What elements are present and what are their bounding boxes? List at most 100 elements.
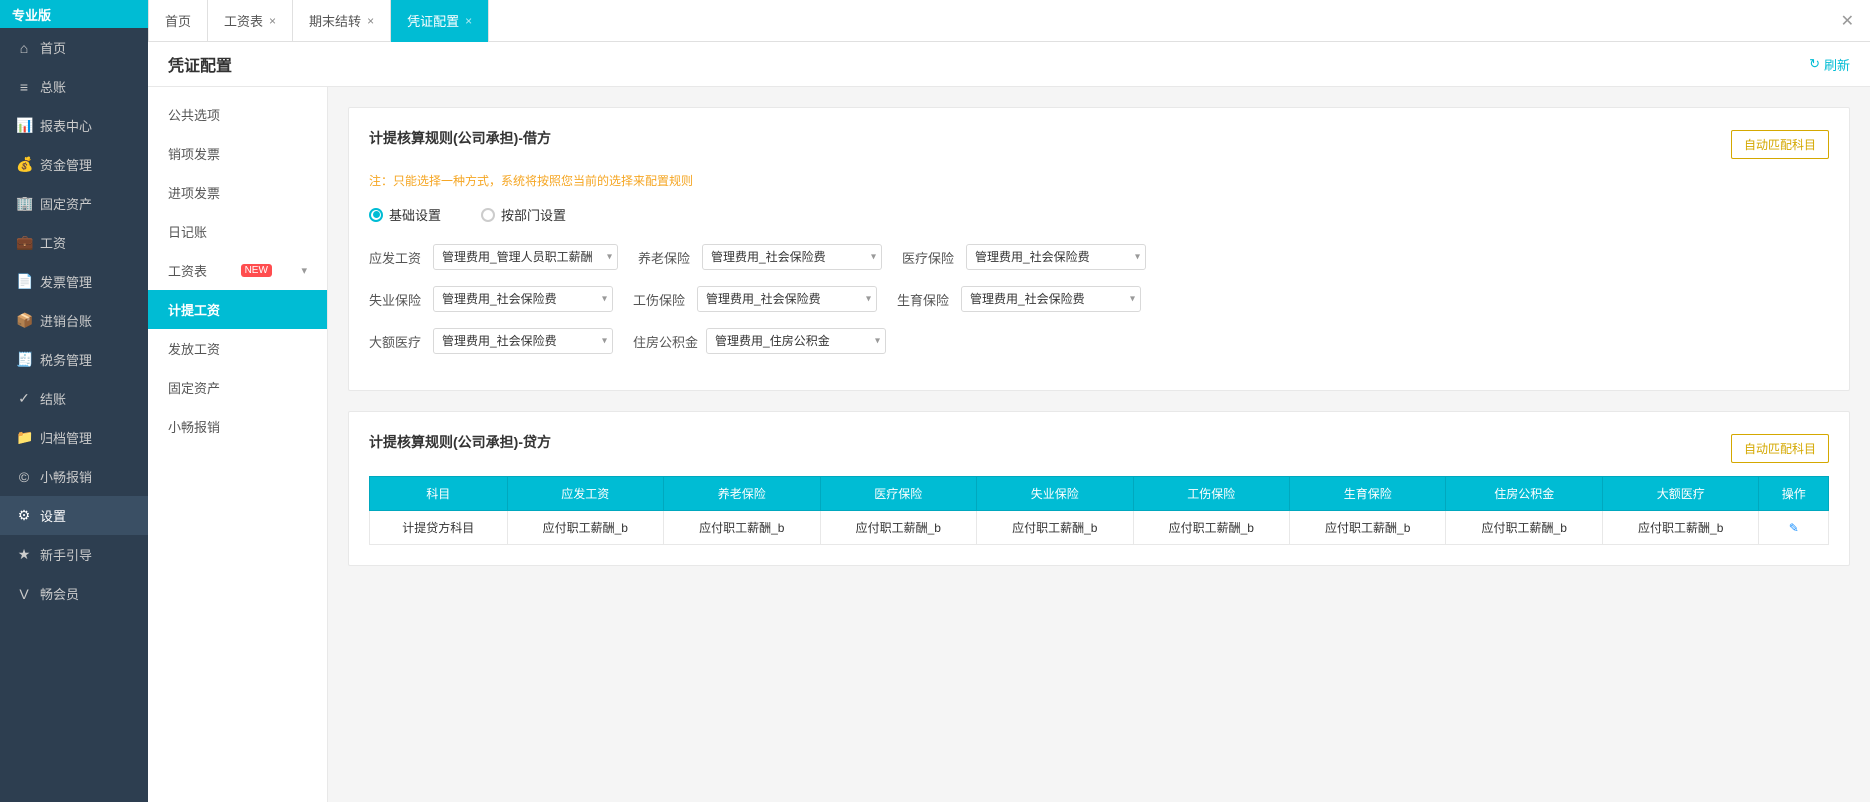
sidebar-item-purchase-sales[interactable]: 📦 进销台账 [0, 301, 148, 340]
debit-section-title: 计提核算规则(公司承担)-借方 [369, 128, 551, 148]
col-header-unemployment: 失业保险 [977, 477, 1133, 511]
select-housing-fund[interactable]: 管理费用_住房公积金 ▾ [706, 328, 886, 354]
sidebar-item-archive[interactable]: 📁 归档管理 [0, 418, 148, 457]
left-nav-item-public[interactable]: 公共选项 [148, 95, 327, 134]
close-tab-voucher[interactable]: × [465, 14, 472, 28]
label-maternity: 生育保险 [897, 290, 953, 309]
tab-period-close[interactable]: 期末结转 × [293, 0, 391, 42]
col-header-pension: 养老保险 [664, 477, 820, 511]
cell-maternity-val: 应付职工薪酬_b [1289, 511, 1445, 545]
sidebar-item-xiaochang[interactable]: © 小畅报销 [0, 457, 148, 496]
select-salary[interactable]: 管理费用_管理人员职工薪酬 ▾ [433, 244, 618, 270]
left-nav-item-xc-expense[interactable]: 小畅报销 [148, 407, 327, 446]
left-nav-item-pay-salary[interactable]: 发放工资 [148, 329, 327, 368]
sidebar-item-guide[interactable]: ★ 新手引导 [0, 535, 148, 574]
select-unemployment[interactable]: 管理费用_社会保险费 ▾ [433, 286, 613, 312]
left-nav-item-salary-table[interactable]: 工资表 NEW ▾ [148, 251, 327, 290]
debit-section: 计提核算规则(公司承担)-借方 自动匹配科目 注：只能选择一种方式，系统将按照您… [348, 107, 1850, 391]
debit-section-note: 注：只能选择一种方式，系统将按照您当前的选择来配置规则 [369, 172, 1829, 189]
close-tab-salary[interactable]: × [269, 14, 276, 28]
sidebar-item-fixed-assets[interactable]: 🏢 固定资产 [0, 184, 148, 223]
col-header-salary: 应发工资 [507, 477, 663, 511]
radio-group-debit: 基础设置 按部门设置 [369, 205, 1829, 224]
xiaochang-icon: © [16, 469, 32, 485]
close-window-btn[interactable]: ✕ [1841, 11, 1870, 31]
home-icon: ⌂ [16, 40, 32, 56]
col-header-injury: 工伤保险 [1133, 477, 1289, 511]
refresh-button[interactable]: ↻ 刷新 [1809, 55, 1850, 74]
chevron-down-icon: ▾ [301, 264, 307, 277]
cell-pension-val: 应付职工薪酬_b [664, 511, 820, 545]
tax-icon: 🧾 [16, 351, 32, 368]
label-unemployment: 失业保险 [369, 290, 425, 309]
radio-dept-settings[interactable]: 按部门设置 [481, 205, 566, 224]
cell-injury-val: 应付职工薪酬_b [1133, 511, 1289, 545]
sidebar-item-capital[interactable]: 💰 资金管理 [0, 145, 148, 184]
select-medical[interactable]: 管理费用_社会保险费 ▾ [966, 244, 1146, 270]
select-critical-illness-input[interactable]: 管理费用_社会保险费 [433, 328, 613, 354]
tab-home[interactable]: 首页 [148, 0, 208, 42]
auto-match-credit-button[interactable]: 自动匹配科目 [1731, 434, 1829, 463]
select-medical-input[interactable]: 管理费用_社会保险费 [966, 244, 1146, 270]
sidebar-item-salary[interactable]: 💼 工资 [0, 223, 148, 262]
select-critical-illness[interactable]: 管理费用_社会保险费 ▾ [433, 328, 613, 354]
sidebar-item-reports[interactable]: 📊 报表中心 [0, 106, 148, 145]
radio-basic-circle [369, 208, 383, 222]
cell-unemployment-val: 应付职工薪酬_b [977, 511, 1133, 545]
sidebar-item-member[interactable]: V 畅会员 [0, 574, 148, 613]
auto-match-debit-button[interactable]: 自动匹配科目 [1731, 130, 1829, 159]
cell-action[interactable]: ✎ [1759, 511, 1829, 545]
left-nav-item-journal[interactable]: 日记账 [148, 212, 327, 251]
form-item-injury: 工伤保险 管理费用_社会保险费 ▾ [633, 286, 877, 312]
archive-icon: 📁 [16, 429, 32, 446]
select-pension-input[interactable]: 管理费用_社会保险费 [702, 244, 882, 270]
select-maternity-input[interactable]: 管理费用_社会保险费 [961, 286, 1141, 312]
select-unemployment-input[interactable]: 管理费用_社会保险费 [433, 286, 613, 312]
select-pension[interactable]: 管理费用_社会保险费 ▾ [702, 244, 882, 270]
col-header-medical: 医疗保险 [820, 477, 976, 511]
form-item-maternity: 生育保险 管理费用_社会保险费 ▾ [897, 286, 1141, 312]
form-item-housing-fund: 住房公积金 管理费用_住房公积金 ▾ [633, 328, 886, 354]
sidebar-item-settle[interactable]: ✓ 结账 [0, 379, 148, 418]
member-icon: V [16, 586, 32, 602]
tab-salary-table[interactable]: 工资表 × [208, 0, 293, 42]
left-nav-item-fixed-assets[interactable]: 固定资产 [148, 368, 327, 407]
select-injury[interactable]: 管理费用_社会保险费 ▾ [697, 286, 877, 312]
sidebar-item-settings[interactable]: ⚙ 设置 [0, 496, 148, 535]
select-maternity[interactable]: 管理费用_社会保险费 ▾ [961, 286, 1141, 312]
radio-basic-settings[interactable]: 基础设置 [369, 205, 441, 224]
sidebar-item-invoice-mgmt[interactable]: 📄 发票管理 [0, 262, 148, 301]
sidebar-item-home[interactable]: ⌂ 首页 [0, 28, 148, 67]
sidebar: 专业版 ⌂ 首页 ≡ 总账 📊 报表中心 💰 资金管理 🏢 固定资产 💼 工资 … [0, 0, 148, 802]
credit-section-title: 计提核算规则(公司承担)-贷方 [369, 432, 551, 452]
page-title: 凭证配置 [168, 52, 232, 76]
page-header: 凭证配置 ↻ 刷新 [148, 42, 1870, 87]
select-salary-input[interactable]: 管理费用_管理人员职工薪酬 [433, 244, 618, 270]
col-header-subject: 科目 [370, 477, 508, 511]
sidebar-item-tax[interactable]: 🧾 税务管理 [0, 340, 148, 379]
purchase-icon: 📦 [16, 312, 32, 329]
inner-content: 公共选项 销项发票 进项发票 日记账 工资表 NEW ▾ 计提工资 发放工资 [148, 87, 1870, 802]
sidebar-item-general-ledger[interactable]: ≡ 总账 [0, 67, 148, 106]
debit-section-header: 计提核算规则(公司承担)-借方 自动匹配科目 [369, 128, 1829, 160]
select-housing-fund-input[interactable]: 管理费用_住房公积金 [706, 328, 886, 354]
radio-dept-circle [481, 208, 495, 222]
close-tab-period[interactable]: × [367, 14, 374, 28]
form-item-salary: 应发工资 管理费用_管理人员职工薪酬 ▾ [369, 244, 618, 270]
left-nav-item-accrual-salary[interactable]: 计提工资 [148, 290, 327, 329]
label-critical-illness: 大额医疗 [369, 332, 425, 351]
label-medical: 医疗保险 [902, 248, 958, 267]
credit-section-header: 计提核算规则(公司承担)-贷方 自动匹配科目 [369, 432, 1829, 464]
credit-table-header: 科目 应发工资 养老保险 医疗保险 失业保险 工伤保险 生育保险 住房公积金 大… [370, 477, 1829, 511]
col-header-critical: 大额医疗 [1602, 477, 1758, 511]
cell-medical-val: 应付职工薪酬_b [820, 511, 976, 545]
form-item-unemployment: 失业保险 管理费用_社会保险费 ▾ [369, 286, 613, 312]
left-nav-item-sales-invoice[interactable]: 销项发票 [148, 134, 327, 173]
left-nav-item-purchase-invoice[interactable]: 进项发票 [148, 173, 327, 212]
ledger-icon: ≡ [16, 79, 32, 95]
cell-subject: 计提贷方科目 [370, 511, 508, 545]
capital-icon: 💰 [16, 156, 32, 173]
tab-voucher-config[interactable]: 凭证配置 × [391, 0, 489, 42]
edit-row-button[interactable]: ✎ [1789, 521, 1799, 535]
select-injury-input[interactable]: 管理费用_社会保险费 [697, 286, 877, 312]
